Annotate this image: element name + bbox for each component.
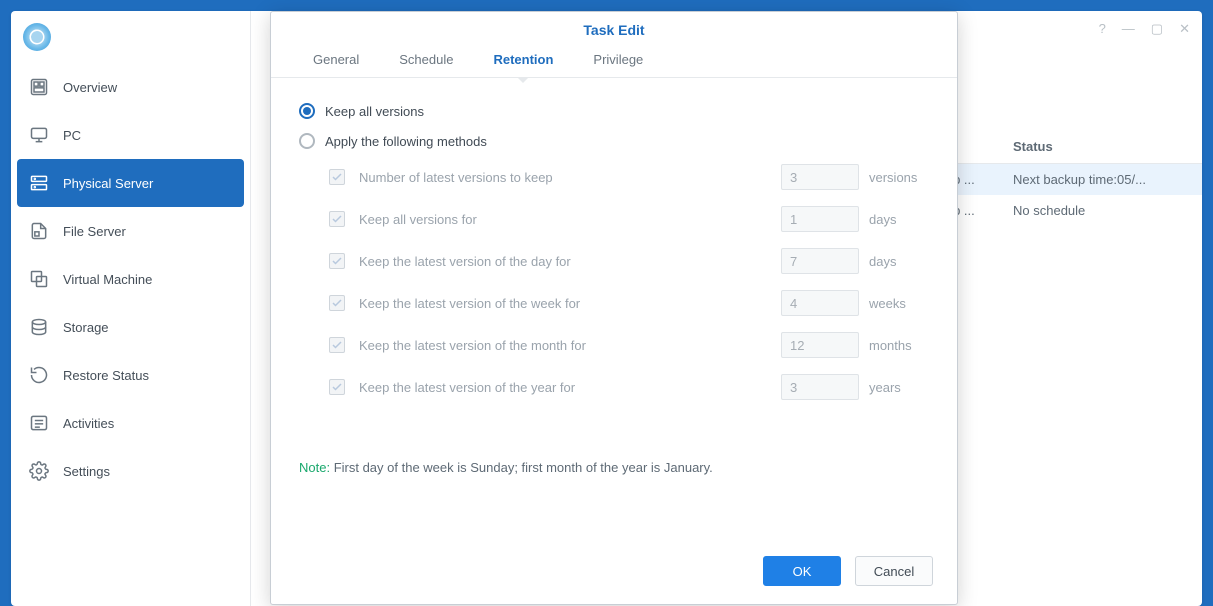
checkbox-icon[interactable] [329, 169, 345, 185]
maximize-icon[interactable]: ▢ [1151, 21, 1163, 37]
sidebar-item-physical-server[interactable]: Physical Server [17, 159, 244, 207]
tab-general[interactable]: General [293, 42, 379, 77]
checkbox-icon[interactable] [329, 295, 345, 311]
sidebar-item-pc[interactable]: PC [11, 111, 250, 159]
note-body: First day of the week is Sunday; first m… [330, 460, 713, 475]
sidebar-item-label: PC [63, 128, 81, 143]
server-icon [29, 173, 51, 193]
sidebar-item-label: Restore Status [63, 368, 149, 383]
radio-label: Keep all versions [325, 104, 424, 119]
overview-icon [29, 77, 51, 97]
cancel-button[interactable]: Cancel [855, 556, 933, 586]
method-unit: days [869, 212, 929, 227]
restore-icon [29, 365, 51, 385]
sidebar-item-restore-status[interactable]: Restore Status [11, 351, 250, 399]
method-unit: months [869, 338, 929, 353]
table-cell: Next backup time:05/... [1005, 172, 1202, 187]
dialog-tabs: General Schedule Retention Privilege [271, 42, 957, 78]
checkbox-icon[interactable] [329, 253, 345, 269]
sidebar: Overview PC Physical Server File Server [11, 11, 251, 606]
method-unit: days [869, 254, 929, 269]
sidebar-item-storage[interactable]: Storage [11, 303, 250, 351]
method-label: Keep the latest version of the day for [359, 254, 781, 269]
method-latest-year: Keep the latest version of the year for … [299, 366, 929, 408]
method-value-input[interactable] [781, 206, 859, 232]
sidebar-item-label: File Server [63, 224, 126, 239]
minimize-icon[interactable]: — [1122, 21, 1135, 37]
method-unit: versions [869, 170, 929, 185]
method-latest-month: Keep the latest version of the month for… [299, 324, 929, 366]
tab-privilege[interactable]: Privilege [573, 42, 663, 77]
sidebar-item-label: Physical Server [63, 176, 153, 191]
sidebar-item-overview[interactable]: Overview [11, 63, 250, 111]
tab-retention[interactable]: Retention [473, 42, 573, 77]
radio-label: Apply the following methods [325, 134, 487, 149]
sidebar-item-label: Settings [63, 464, 110, 479]
method-unit: weeks [869, 296, 929, 311]
vm-icon [29, 269, 51, 289]
sidebar-item-label: Overview [63, 80, 117, 95]
table-row[interactable]: d up ... No schedule [931, 195, 1202, 226]
table-header-status[interactable]: Status [1005, 139, 1202, 155]
checkbox-icon[interactable] [329, 211, 345, 227]
method-latest-day: Keep the latest version of the day for d… [299, 240, 929, 282]
method-value-input[interactable] [781, 164, 859, 190]
help-icon[interactable]: ? [1099, 21, 1106, 37]
checkbox-icon[interactable] [329, 379, 345, 395]
method-value-input[interactable] [781, 374, 859, 400]
table-row[interactable]: d up ... Next backup time:05/... [931, 164, 1202, 195]
sidebar-item-label: Activities [63, 416, 114, 431]
note-text: Note: First day of the week is Sunday; f… [299, 460, 929, 475]
dialog-title: Task Edit [271, 12, 957, 42]
window-controls: ? — ▢ ✕ [1099, 21, 1190, 37]
radio-apply-methods[interactable]: Apply the following methods [299, 126, 929, 156]
radio-keep-all-versions[interactable]: Keep all versions [299, 96, 929, 126]
sidebar-item-file-server[interactable]: File Server [11, 207, 250, 255]
method-label: Number of latest versions to keep [359, 170, 781, 185]
method-keep-all-for: Keep all versions for days [299, 198, 929, 240]
file-server-icon [29, 221, 51, 241]
sidebar-item-label: Storage [63, 320, 109, 335]
method-value-input[interactable] [781, 290, 859, 316]
checkbox-icon[interactable] [329, 337, 345, 353]
sidebar-item-activities[interactable]: Activities [11, 399, 250, 447]
sidebar-item-label: Virtual Machine [63, 272, 152, 287]
note-label: Note: [299, 460, 330, 475]
background-table: up Status ⋮ d up ... Next backup time:05… [931, 131, 1202, 226]
sidebar-item-virtual-machine[interactable]: Virtual Machine [11, 255, 250, 303]
app-logo-icon [23, 23, 51, 51]
sidebar-item-settings[interactable]: Settings [11, 447, 250, 495]
activities-icon [29, 413, 51, 433]
pc-icon [29, 125, 51, 145]
method-latest-week: Keep the latest version of the week for … [299, 282, 929, 324]
ok-button[interactable]: OK [763, 556, 841, 586]
method-value-input[interactable] [781, 332, 859, 358]
task-edit-dialog: Task Edit General Schedule Retention Pri… [270, 11, 958, 605]
method-unit: years [869, 380, 929, 395]
radio-icon [299, 133, 315, 149]
method-label: Keep the latest version of the month for [359, 338, 781, 353]
method-value-input[interactable] [781, 248, 859, 274]
table-cell: No schedule [1005, 203, 1202, 218]
gear-icon [29, 461, 51, 481]
radio-icon [299, 103, 315, 119]
close-icon[interactable]: ✕ [1179, 21, 1190, 37]
method-label: Keep the latest version of the year for [359, 380, 781, 395]
method-label: Keep the latest version of the week for [359, 296, 781, 311]
tab-schedule[interactable]: Schedule [379, 42, 473, 77]
storage-icon [29, 317, 51, 337]
method-label: Keep all versions for [359, 212, 781, 227]
method-number-latest-versions: Number of latest versions to keep versio… [299, 156, 929, 198]
